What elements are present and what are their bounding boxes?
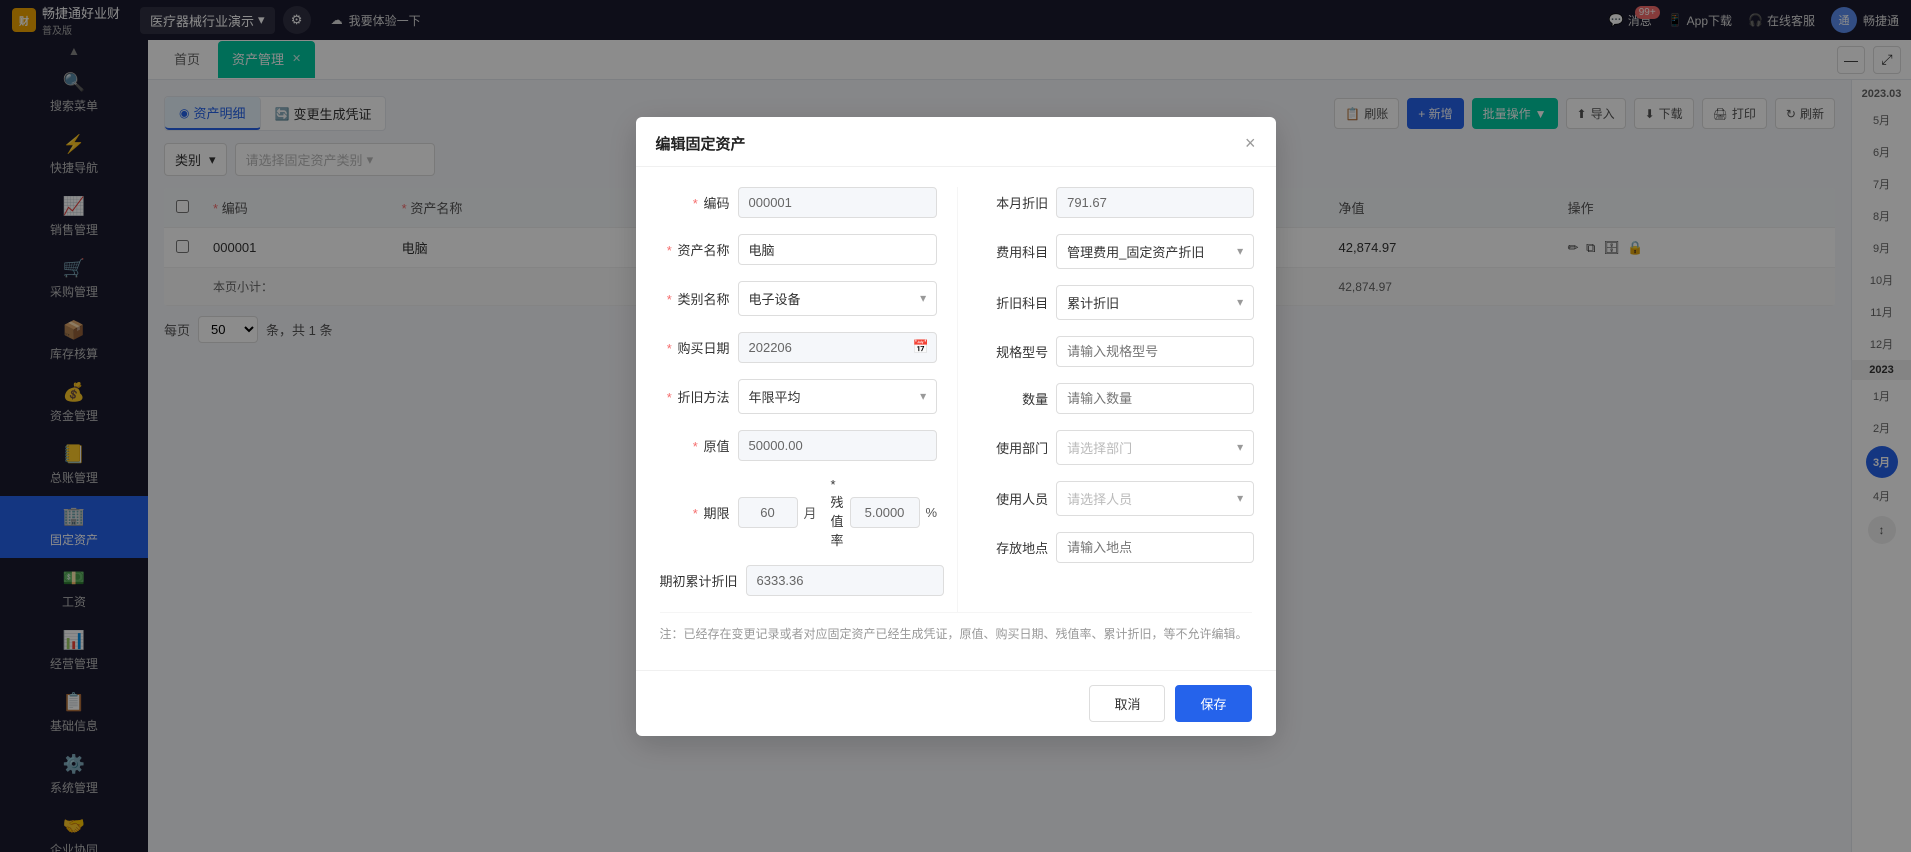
term-label: * 期限 [660,503,730,522]
monthly-dep-label: 本月折旧 [978,193,1048,212]
department-label: 使用部门 [978,438,1048,457]
quantity-input[interactable] [1056,383,1254,414]
dep-method-label: * 折旧方法 [660,387,730,406]
modal-body: * 编码 * 资产名称 [636,167,1276,670]
form-group-initial-dep: 期初累计折旧 [660,565,938,596]
name-label: * 资产名称 [660,240,730,259]
form-left-col: * 编码 * 资产名称 [660,187,958,612]
term-unit: 月 [804,503,817,522]
purchase-date-label: * 购买日期 [660,338,730,357]
code-label: * 编码 [660,193,730,212]
expense-subject-label: 费用科目 [978,242,1048,261]
residual-rate-label: * 残值率 [831,477,844,549]
modal-footer: 取消 保存 [636,670,1276,736]
dep-method-arrow: ▾ [920,389,926,403]
name-input[interactable] [738,234,938,265]
code-input[interactable] [738,187,938,218]
modal-note: 注：已经存在变更记录或者对应固定资产已经生成凭证，原值、购买日期、残值率、累计折… [660,612,1252,650]
form-group-dep-method: * 折旧方法 年限平均 ▾ [660,379,938,414]
term-input[interactable] [738,497,798,528]
quantity-label: 数量 [978,389,1048,408]
residual-rate-input[interactable] [850,497,920,528]
calendar-icon: 📅 [913,339,929,355]
spec-input[interactable] [1056,336,1254,367]
department-arrow: ▾ [1237,440,1243,454]
expense-subject-select[interactable]: 管理费用_固定资产折旧 ▾ [1056,234,1254,269]
form-group-code: * 编码 [660,187,938,218]
original-value-label: * 原值 [660,436,730,455]
form-group-quantity: 数量 [978,383,1254,414]
user-arrow: ▾ [1237,491,1243,505]
residual-rate-unit: % [926,505,938,520]
expense-subject-value: 管理费用_固定资产折旧 [1067,242,1204,261]
user-select[interactable]: 请选择人员 ▾ [1056,481,1254,516]
department-select[interactable]: 请选择部门 ▾ [1056,430,1254,465]
category-select-arrow: ▾ [920,291,926,305]
initial-dep-input[interactable] [746,565,944,596]
dep-subject-arrow: ▾ [1237,295,1243,309]
dep-subject-label: 折旧科目 [978,293,1048,312]
dep-method-value: 年限平均 [749,387,801,406]
modal-close-btn[interactable]: × [1245,134,1256,152]
location-input[interactable] [1056,532,1254,563]
term-inline: 月 * 残值率 % [738,477,938,549]
location-label: 存放地点 [978,538,1048,557]
monthly-dep-input[interactable] [1056,187,1254,218]
modal-header: 编辑固定资产 × [636,117,1276,167]
form-group-term: * 期限 月 * 残值率 % [660,477,938,549]
category-form-label: * 类别名称 [660,289,730,308]
form-group-expense-subject: 费用科目 管理费用_固定资产折旧 ▾ [978,234,1254,269]
form-group-name: * 资产名称 [660,234,938,265]
initial-dep-label: 期初累计折旧 [660,571,738,590]
form-group-dep-subject: 折旧科目 累计折旧 ▾ [978,285,1254,320]
user-placeholder: 请选择人员 [1067,489,1132,508]
expense-subject-arrow: ▾ [1237,244,1243,258]
form-group-spec: 规格型号 [978,336,1254,367]
spec-label: 规格型号 [978,342,1048,361]
original-value-input[interactable] [738,430,938,461]
category-select-value: 电子设备 [749,289,801,308]
modal-title: 编辑固定资产 [656,133,746,154]
form-grid: * 编码 * 资产名称 [660,187,1252,612]
form-group-department: 使用部门 请选择部门 ▾ [978,430,1254,465]
save-button[interactable]: 保存 [1175,685,1251,722]
modal-overlay: 编辑固定资产 × * 编码 [0,0,1911,852]
form-group-purchase-date: * 购买日期 📅 [660,332,938,363]
dep-subject-select[interactable]: 累计折旧 ▾ [1056,285,1254,320]
edit-asset-modal: 编辑固定资产 × * 编码 [636,117,1276,736]
cancel-button[interactable]: 取消 [1089,685,1165,722]
form-group-monthly-dep: 本月折旧 [978,187,1254,218]
user-label: 使用人员 [978,489,1048,508]
form-group-original-value: * 原值 [660,430,938,461]
form-group-user: 使用人员 请选择人员 ▾ [978,481,1254,516]
dep-subject-value: 累计折旧 [1067,293,1119,312]
department-placeholder: 请选择部门 [1067,438,1132,457]
category-select[interactable]: 电子设备 ▾ [738,281,938,316]
dep-method-select[interactable]: 年限平均 ▾ [738,379,938,414]
form-group-location: 存放地点 [978,532,1254,563]
purchase-date-input[interactable] [738,332,938,363]
form-right-col: 本月折旧 费用科目 管理费用_固定资产折旧 ▾ 折旧科目 [957,187,1254,612]
form-group-category: * 类别名称 电子设备 ▾ [660,281,938,316]
